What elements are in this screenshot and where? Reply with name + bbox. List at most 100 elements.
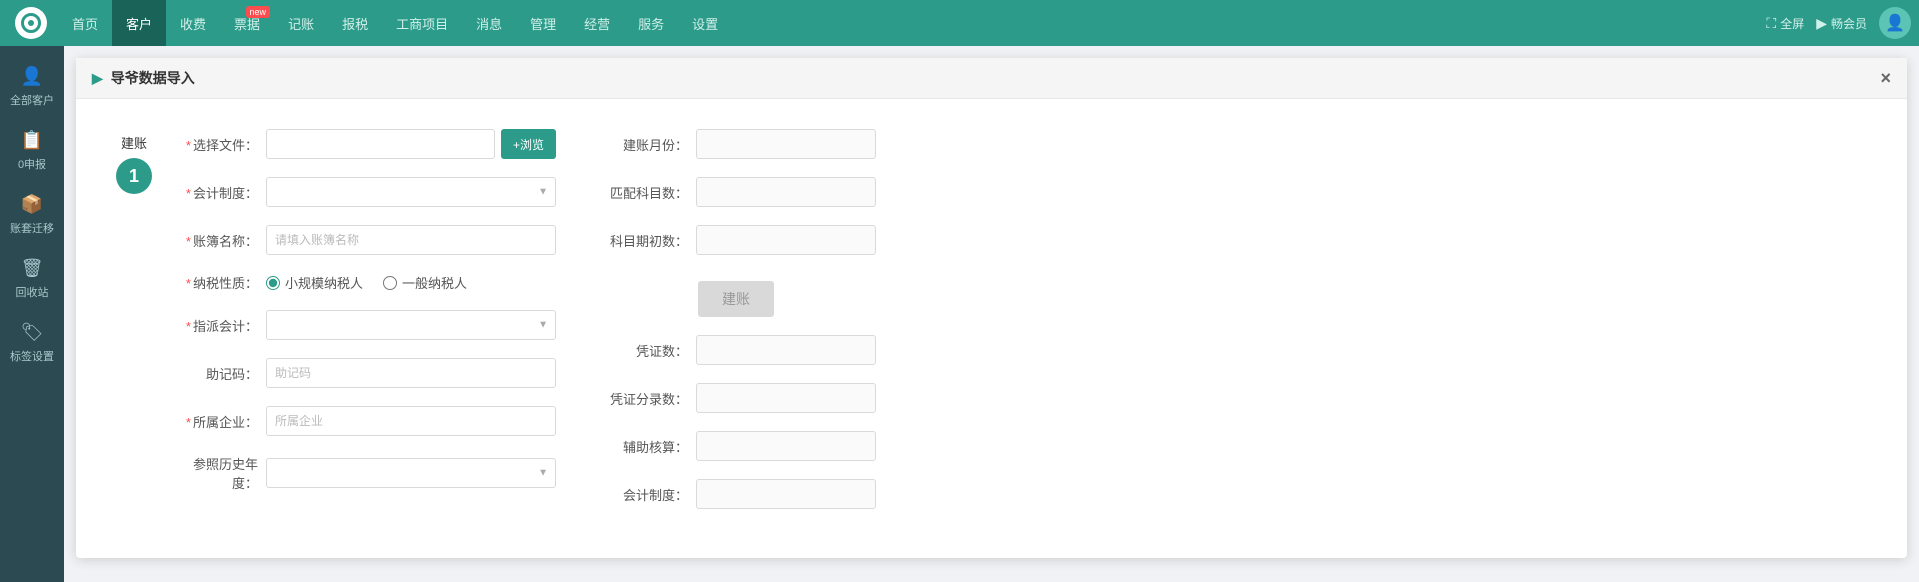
recycle-bin-icon: 🗑 [20,256,44,280]
nav-item-settings[interactable]: 设置 [678,0,732,46]
ledger-name-label: *账簿名称： [176,231,266,250]
form-section: 建账 1 *选择文件： +浏览 [116,129,556,527]
close-button[interactable]: × [1880,68,1891,89]
memo-row: 助记码： [176,358,556,388]
aux-value [696,431,876,461]
init-balance-label: 科目期初数： [596,231,696,250]
step-label: 建账 [121,133,147,152]
file-label: *选择文件： [176,135,266,154]
accountant-label: *指派会计： [176,316,266,335]
vip-button[interactable]: ▶ 畅会员 [1816,15,1867,32]
step-indicator: 建账 1 [116,129,152,527]
sidebar-item-tag-settings[interactable]: 🏷 标签设置 [0,310,64,374]
match-row: 匹配科目数： [596,177,876,207]
nav-item-operations[interactable]: 经营 [570,0,624,46]
general-taxpayer-label: 一般纳税人 [402,273,467,292]
tag-settings-icon: 🏷 [20,320,44,344]
voucher-row: 凭证数： [596,335,876,365]
dialog-header: ▶ 导爷数据导入 × [76,58,1907,99]
system-value [696,479,876,509]
memo-label: 助记码： [176,364,266,383]
history-year-select[interactable] [266,458,556,488]
content-area: ▶ 导爷数据导入 × 建账 1 [64,46,1919,582]
company-row: *所属企业： [176,406,556,436]
month-label: 建账月份： [596,135,696,154]
dialog-body: 建账 1 *选择文件： +浏览 [76,99,1907,557]
avatar[interactable]: 👤 [1879,7,1911,39]
top-nav: 首页 客户 收费 票据 new 记账 报税 工商项目 消息 管理 经营 服务 设… [0,0,1919,46]
nav-item-services[interactable]: 服务 [624,0,678,46]
general-taxpayer-option[interactable]: 一般纳税人 [383,273,467,292]
history-year-row: 参照历史年度： ▼ [176,454,556,492]
ledger-name-row: *账簿名称： [176,225,556,255]
nav-item-messages[interactable]: 消息 [462,0,516,46]
zero-declaration-icon: 📋 [20,128,44,152]
all-clients-icon: 👤 [20,64,44,88]
tax-type-radio-group: 小规模纳税人 一般纳税人 [266,273,467,292]
match-value [696,177,876,207]
file-row: *选择文件： +浏览 [176,129,556,159]
nav-right: ⛶ 全屏 ▶ 畅会员 👤 [1766,7,1911,39]
account-migration-icon: 📦 [20,192,44,216]
accounting-system-label: *会计制度： [176,183,266,202]
sidebar-item-account-migration[interactable]: 📦 账套迁移 [0,182,64,246]
nav-item-accounting[interactable]: 记账 [274,0,328,46]
nav-item-home[interactable]: 首页 [58,0,112,46]
aux-label: 辅助核算： [596,437,696,456]
month-row: 建账月份： [596,129,876,159]
accounting-system-row: *会计制度： ▼ [176,177,556,207]
dialog-title: 导爷数据导入 [111,68,195,88]
voucher-value [696,335,876,365]
history-year-select-wrap: ▼ [266,458,556,488]
nav-item-tax[interactable]: 报税 [328,0,382,46]
sidebar: 👤 全部客户 📋 0申报 📦 账套迁移 🗑 回收站 🏷 标签设置 [0,46,64,582]
fullscreen-button[interactable]: ⛶ 全屏 [1766,15,1804,32]
new-badge: new [246,6,271,18]
nav-item-clients[interactable]: 客户 [112,0,166,46]
small-taxpayer-label: 小规模纳税人 [285,273,363,292]
nav-item-bills[interactable]: 票据 new [220,0,274,46]
main-layout: 👤 全部客户 📋 0申报 📦 账套迁移 🗑 回收站 🏷 标签设置 ▶ 导爷数据导… [0,46,1919,582]
create-account-button[interactable]: 建账 [698,281,774,317]
init-balance-row: 科目期初数： [596,225,876,255]
small-taxpayer-radio[interactable] [266,276,280,290]
aux-row: 辅助核算： [596,431,876,461]
voucher-entries-label: 凭证分录数： [596,389,696,408]
accountant-select-wrap: ▼ [266,310,556,340]
tax-type-row: *纳税性质： 小规模纳税人 一般纳税人 [176,273,556,292]
history-year-label: 参照历史年度： [176,454,266,492]
accounting-system-select[interactable] [266,177,556,207]
step-circle: 1 [116,158,152,194]
file-input[interactable] [266,129,495,159]
small-taxpayer-option[interactable]: 小规模纳税人 [266,273,363,292]
form-fields: *选择文件： +浏览 *会计制度： [176,129,556,527]
sidebar-item-recycle-bin[interactable]: 🗑 回收站 [0,246,64,310]
accounting-system-select-wrap: ▼ [266,177,556,207]
init-balance-value [696,225,876,255]
accountant-row: *指派会计： ▼ [176,310,556,340]
voucher-entries-value [696,383,876,413]
accountant-select[interactable] [266,310,556,340]
file-input-wrap: +浏览 [266,129,556,159]
general-taxpayer-radio[interactable] [383,276,397,290]
system-label: 会计制度： [596,485,696,504]
match-label: 匹配科目数： [596,183,696,202]
nav-item-manage[interactable]: 管理 [516,0,570,46]
company-label: *所属企业： [176,412,266,431]
browse-button[interactable]: +浏览 [501,129,556,159]
memo-input[interactable] [266,358,556,388]
nav-item-business[interactable]: 工商项目 [382,0,462,46]
sidebar-item-all-clients[interactable]: 👤 全部客户 [0,54,64,118]
dialog-title-icon: ▶ [92,70,103,87]
import-dialog: ▶ 导爷数据导入 × 建账 1 [76,58,1907,558]
system-row: 会计制度： [596,479,876,509]
logo[interactable] [8,0,54,46]
create-btn-row: 建账 [596,273,876,317]
company-input[interactable] [266,406,556,436]
voucher-label: 凭证数： [596,341,696,360]
nav-item-fees[interactable]: 收费 [166,0,220,46]
month-value [696,129,876,159]
voucher-entries-row: 凭证分录数： [596,383,876,413]
sidebar-item-zero-declaration[interactable]: 📋 0申报 [0,118,64,182]
ledger-name-input[interactable] [266,225,556,255]
